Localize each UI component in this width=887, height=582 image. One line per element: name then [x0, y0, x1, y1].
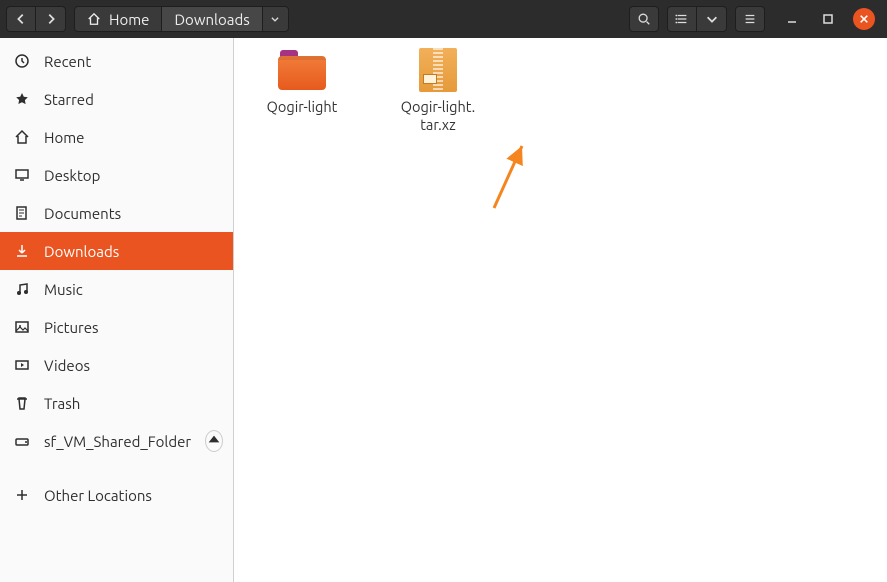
nav-buttons [6, 6, 66, 32]
drive-icon [14, 433, 30, 449]
headerbar: Home Downloads [0, 0, 887, 38]
hamburger-menu-button[interactable] [735, 6, 765, 32]
desktop-icon [14, 167, 30, 183]
file-item[interactable]: Qogir-light.​tar.xz [388, 48, 488, 134]
path-dropdown-button[interactable] [263, 6, 289, 32]
view-group [667, 6, 727, 32]
content-area[interactable]: Qogir-light Qogir-light.​tar.xz [234, 38, 887, 582]
clock-icon [14, 53, 30, 69]
sidebar-item-label: Desktop [44, 167, 100, 184]
home-icon [87, 12, 101, 26]
sidebar-item-label: Videos [44, 357, 90, 374]
sidebar-item-desktop[interactable]: Desktop [0, 156, 233, 194]
forward-button[interactable] [36, 6, 66, 32]
path-segment-downloads[interactable]: Downloads [162, 6, 262, 32]
sidebar-item-music[interactable]: Music [0, 270, 233, 308]
folder-icon [278, 50, 326, 90]
sidebar-item-label: Downloads [44, 243, 119, 260]
file-grid: Qogir-light Qogir-light.​tar.xz [252, 48, 869, 134]
annotation-arrow-icon [486, 136, 546, 216]
path-label: Downloads [174, 11, 249, 28]
music-icon [14, 281, 30, 297]
sidebar-item-label: sf_VM_Shared_Folder [44, 433, 191, 450]
archive-icon [419, 48, 457, 92]
maximize-button[interactable] [817, 8, 839, 30]
sidebar-item-trash[interactable]: Trash [0, 384, 233, 422]
file-item[interactable]: Qogir-light [252, 48, 352, 116]
path-segment-home[interactable]: Home [74, 6, 162, 32]
file-label: Qogir-light [267, 98, 338, 116]
sidebar-item-label: Other Locations [44, 487, 152, 504]
minimize-button[interactable] [781, 8, 803, 30]
videos-icon [14, 357, 30, 373]
sidebar-item-sf-vm-shared-folder[interactable]: sf_VM_Shared_Folder [0, 422, 233, 460]
sidebar-item-label: Starred [44, 91, 94, 108]
star-icon [14, 91, 30, 107]
sidebar-item-downloads[interactable]: Downloads [0, 232, 233, 270]
search-button[interactable] [629, 6, 659, 32]
sidebar-item-label: Recent [44, 53, 91, 70]
pathbar: Home Downloads [74, 6, 289, 32]
back-button[interactable] [6, 6, 36, 32]
sidebar-item-recent[interactable]: Recent [0, 42, 233, 80]
sidebar-item-documents[interactable]: Documents [0, 194, 233, 232]
path-label: Home [109, 11, 149, 28]
sidebar-item-label: Documents [44, 205, 121, 222]
documents-icon [14, 205, 30, 221]
home-icon [14, 129, 30, 145]
file-label: Qogir-light.​tar.xz [388, 98, 488, 134]
sidebar-item-videos[interactable]: Videos [0, 346, 233, 384]
sidebar-item-pictures[interactable]: Pictures [0, 308, 233, 346]
trash-icon [14, 395, 30, 411]
plus-icon [14, 487, 30, 503]
sidebar-other-locations[interactable]: Other Locations [0, 476, 233, 514]
pictures-icon [14, 319, 30, 335]
sidebar-item-starred[interactable]: Starred [0, 80, 233, 118]
view-dropdown-button[interactable] [697, 6, 727, 32]
list-view-button[interactable] [667, 6, 697, 32]
sidebar: Recent Starred Home Desktop Documents Downloa… [0, 38, 234, 582]
window-controls [781, 8, 875, 30]
sidebar-item-home[interactable]: Home [0, 118, 233, 156]
downloads-icon [14, 243, 30, 259]
eject-button[interactable] [205, 430, 223, 452]
close-button[interactable] [853, 8, 875, 30]
sidebar-item-label: Music [44, 281, 83, 298]
sidebar-item-label: Trash [44, 395, 80, 412]
sidebar-item-label: Home [44, 129, 84, 146]
sidebar-item-label: Pictures [44, 319, 99, 336]
